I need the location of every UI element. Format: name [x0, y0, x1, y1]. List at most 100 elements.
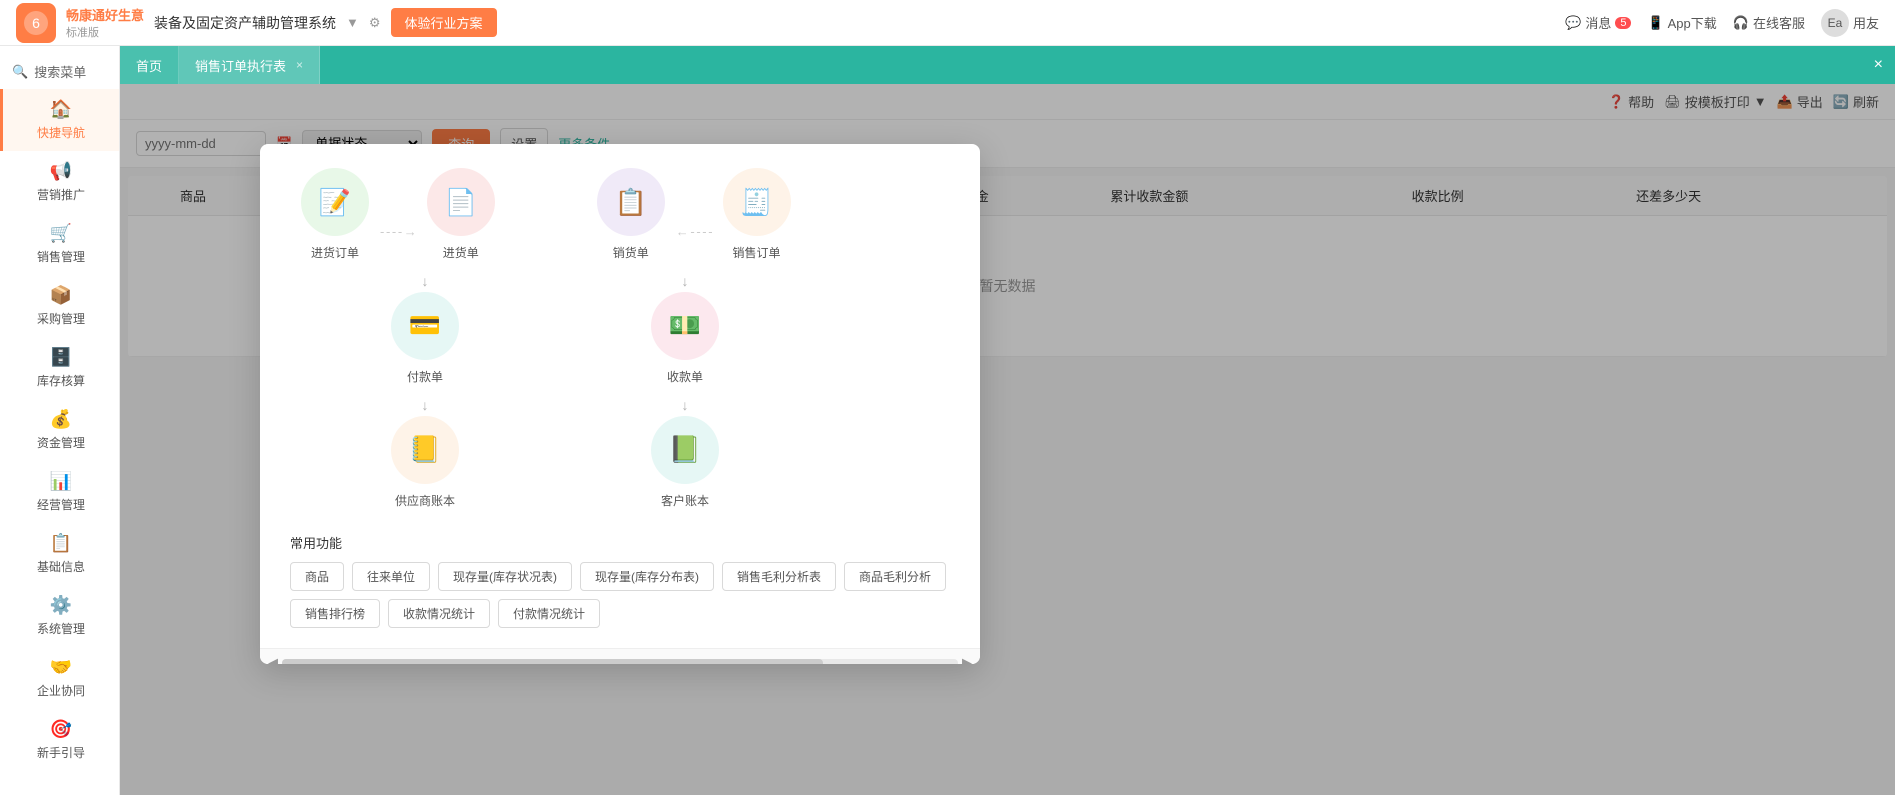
app-layout: 🔍 搜索菜单 🏠 快捷导航 📢 营销推广 🛒 销售管理 📦 采购管理 🗄️	[0, 46, 1895, 795]
svg-text:6: 6	[32, 15, 40, 31]
tab-home[interactable]: 首页	[120, 46, 179, 84]
flow-col-customer: ↓ 📗 客户账本	[640, 395, 730, 509]
dropdown-arrow-icon[interactable]: ▼	[346, 15, 359, 30]
message-icon: 💬	[1565, 15, 1581, 31]
arrow-so-sb: ← - - - -	[676, 224, 712, 239]
flow-node-payment[interactable]: 💳 付款单	[380, 292, 470, 385]
app-logo: 6 畅康通好生意 标准版	[16, 3, 144, 43]
cf-btn-sales-analysis[interactable]: 销售毛利分析表	[722, 562, 836, 591]
app-version: 标准版	[66, 24, 144, 40]
top-header: 6 畅康通好生意 标准版 装备及固定资产辅助管理系统 ▼ ⚙ 体验行业方案 💬 …	[0, 0, 1895, 46]
flow-node-sales-bill[interactable]: 📋 销货单	[586, 168, 676, 261]
sidebar-item-operations[interactable]: 📊 经营管理	[0, 461, 119, 523]
sidebar-label-system: 系统管理	[37, 620, 85, 637]
app-download-label: App下载	[1668, 13, 1717, 32]
flow-diagram: 📝 进货订单 - - - - → 📄 进货单	[290, 168, 950, 525]
cf-btn-partner[interactable]: 往来单位	[352, 562, 430, 591]
sidebar-item-sales[interactable]: 🛒 销售管理	[0, 213, 119, 275]
sidebar-item-system[interactable]: ⚙️ 系统管理	[0, 585, 119, 647]
inventory-icon: 🗄️	[50, 347, 72, 368]
message-item[interactable]: 💬 消息 5	[1565, 13, 1631, 32]
arrow-po-pb: - - - - →	[380, 224, 416, 239]
sidebar-item-purchase[interactable]: 📦 采购管理	[0, 275, 119, 337]
modal-content: 📝 进货订单 - - - - → 📄 进货单	[260, 144, 980, 648]
header-left: 6 畅康通好生意 标准版 装备及固定资产辅助管理系统 ▼ ⚙ 体验行业方案	[16, 3, 497, 43]
avatar-text: Ea	[1828, 16, 1843, 30]
sidebar: 🔍 搜索菜单 🏠 快捷导航 📢 营销推广 🛒 销售管理 📦 采购管理 🗄️	[0, 46, 120, 795]
sidebar-item-inventory[interactable]: 🗄️ 库存核算	[0, 337, 119, 399]
app-name: 畅康通好生意	[66, 5, 144, 24]
flow-col-payment: ↓ 💳 付款单	[380, 271, 470, 385]
sidebar-item-newbie[interactable]: 🎯 新手引导	[0, 709, 119, 771]
search-menu[interactable]: 🔍 搜索菜单	[0, 54, 119, 89]
cf-btn-payment-stat[interactable]: 付款情况统计	[498, 599, 600, 628]
scroll-right-icon[interactable]: ▶	[962, 655, 972, 664]
window-close-btn[interactable]: ×	[1874, 56, 1883, 74]
online-service-label: 在线客服	[1753, 13, 1805, 32]
sidebar-label-marketing: 营销推广	[37, 186, 85, 203]
supplier-label: 供应商账本	[395, 492, 455, 509]
cf-btn-product-profit[interactable]: 商品毛利分析	[844, 562, 946, 591]
settings-icon[interactable]: ⚙	[369, 15, 381, 31]
purchase-icon: 📦	[50, 285, 72, 306]
customer-circle: 📗	[651, 416, 719, 484]
search-icon: 🔍	[12, 64, 28, 80]
system-icon: ⚙️	[50, 595, 72, 616]
payment-label: 付款单	[407, 368, 443, 385]
app-download-item[interactable]: 📱 App下载	[1647, 13, 1716, 32]
sales-bill-label: 销货单	[613, 244, 649, 261]
flow-node-purchase-order[interactable]: 📝 进货订单	[290, 168, 380, 261]
sidebar-items: 🏠 快捷导航 📢 营销推广 🛒 销售管理 📦 采购管理 🗄️ 库存核算 💰	[0, 89, 119, 795]
common-functions: 常用功能 商品 往来单位 现存量(库存状况表) 现存量(库存分布表) 销售毛利分…	[290, 533, 950, 628]
scroll-track	[282, 659, 958, 664]
sidebar-item-marketing[interactable]: 📢 营销推广	[0, 151, 119, 213]
scrollbar-row[interactable]: ◀ ▶	[260, 648, 980, 664]
message-badge: 5	[1615, 17, 1631, 29]
tab-home-label: 首页	[136, 56, 162, 75]
sidebar-label-operations: 经营管理	[37, 496, 85, 513]
flow-row-3: ↓ 📒 供应商账本 ↓	[290, 395, 950, 509]
sidebar-item-finance[interactable]: 💰 资金管理	[0, 399, 119, 461]
download-icon: 📱	[1647, 15, 1663, 31]
main-content: 首页 销售订单执行表 × × ❓ 帮助 🖨 按模板打印 ▼	[120, 46, 1895, 795]
sales-order-circle: 🧾	[723, 168, 791, 236]
flow-node-sales-order[interactable]: 🧾 销售订单	[712, 168, 802, 261]
online-service-item[interactable]: 🎧 在线客服	[1733, 13, 1805, 32]
arrow-pb-pay: ↓	[422, 273, 429, 290]
tab-bar: 首页 销售订单执行表 × ×	[120, 46, 1895, 84]
scroll-left-icon[interactable]: ◀	[268, 655, 278, 664]
cf-buttons-row2: 销售排行榜 收款情况统计 付款情况统计	[290, 599, 950, 628]
sidebar-item-basic-info[interactable]: 📋 基础信息	[0, 523, 119, 585]
system-title: 装备及固定资产辅助管理系统	[154, 13, 336, 33]
flow-node-receipt[interactable]: 💵 收款单	[640, 292, 730, 385]
avatar: Ea	[1821, 9, 1849, 37]
cf-btn-product[interactable]: 商品	[290, 562, 344, 591]
flow-row-2: ↓ 💳 付款单 ↓	[290, 271, 950, 385]
content-wrapper: ❓ 帮助 🖨 按模板打印 ▼ 📤 导出 🔄 刷新	[120, 84, 1895, 795]
tab-close-icon[interactable]: ×	[296, 58, 303, 72]
tab-sales-order[interactable]: 销售订单执行表 ×	[179, 46, 320, 84]
flow-node-customer[interactable]: 📗 客户账本	[640, 416, 730, 509]
cf-btn-sales-rank[interactable]: 销售排行榜	[290, 599, 380, 628]
basic-info-icon: 📋	[50, 533, 72, 554]
sidebar-label-newbie: 新手引导	[37, 744, 85, 761]
sidebar-label-sales: 销售管理	[37, 248, 85, 265]
experience-btn[interactable]: 体验行业方案	[391, 8, 497, 37]
sidebar-item-quick-nav[interactable]: 🏠 快捷导航	[0, 89, 119, 151]
cf-title: 常用功能	[290, 533, 950, 552]
finance-icon: 💰	[50, 409, 72, 430]
sidebar-label-finance: 资金管理	[37, 434, 85, 451]
cf-btn-receipt-stat[interactable]: 收款情况统计	[388, 599, 490, 628]
flow-node-purchase-bill[interactable]: 📄 进货单	[416, 168, 506, 261]
sales-order-label: 销售订单	[733, 244, 781, 261]
cf-btn-stock-dist[interactable]: 现存量(库存分布表)	[580, 562, 714, 591]
flow-node-supplier[interactable]: 📒 供应商账本	[380, 416, 470, 509]
supplier-circle: 📒	[391, 416, 459, 484]
sidebar-label-purchase: 采购管理	[37, 310, 85, 327]
sidebar-item-enterprise[interactable]: 🤝 企业协同	[0, 647, 119, 709]
headset-icon: 🎧	[1733, 15, 1749, 31]
modal-overlay[interactable]: 📝 进货订单 - - - - → 📄 进货单	[120, 84, 1895, 795]
cf-btn-stock-status[interactable]: 现存量(库存状况表)	[438, 562, 572, 591]
modal-dialog: 📝 进货订单 - - - - → 📄 进货单	[260, 144, 980, 664]
user-item[interactable]: Ea 用友	[1821, 9, 1879, 37]
